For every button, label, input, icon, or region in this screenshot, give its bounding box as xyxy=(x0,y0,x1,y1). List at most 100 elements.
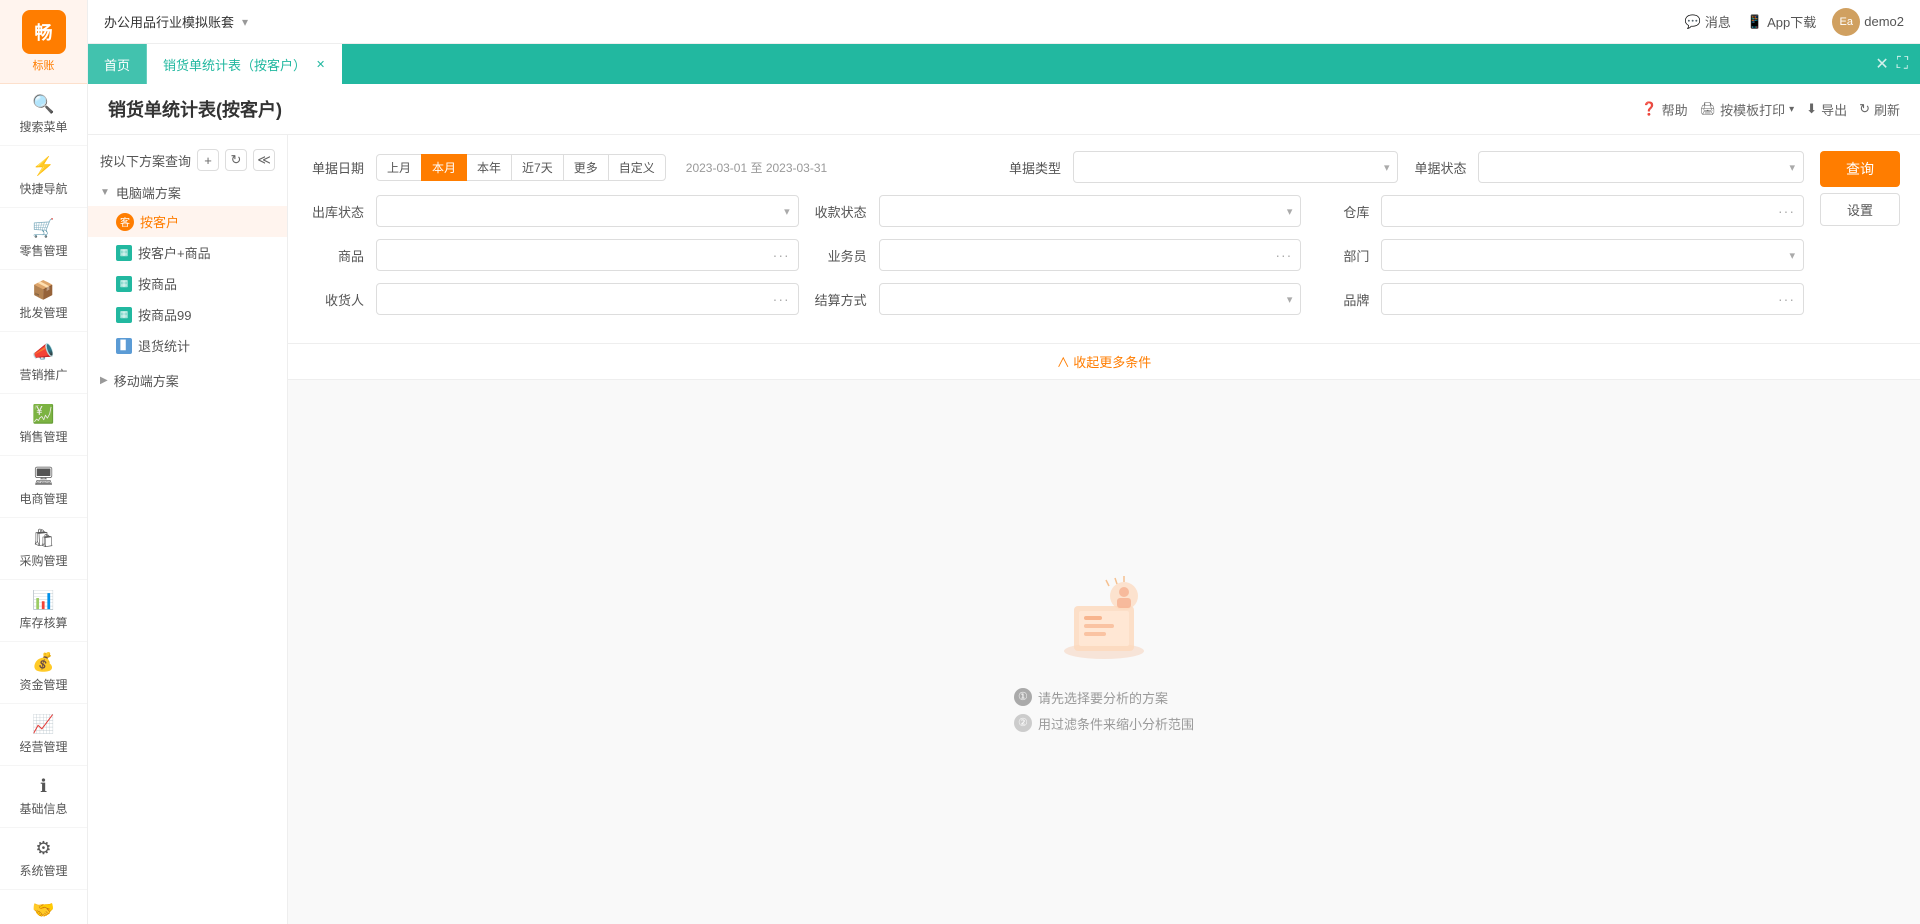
receipt-status-select[interactable]: ▾ xyxy=(879,195,1302,227)
add-scheme-button[interactable]: + xyxy=(197,149,219,171)
date-buttons: 上月 本月 本年 近7天 更多 自定义 xyxy=(376,154,666,181)
sidebar-item-inventory[interactable]: 📊 库存核算 xyxy=(0,580,87,642)
search-icon: 🔍 xyxy=(32,94,54,115)
mobile-section-header[interactable]: ▶ 移动端方案 xyxy=(88,365,287,396)
sidebar-item-ecom[interactable]: 🖥 电商管理 xyxy=(0,456,87,518)
sidebar-item-collab[interactable]: 🤝 企业协同 xyxy=(0,890,87,924)
scheme-goods[interactable]: ▦ 按商品 xyxy=(88,268,287,299)
filter-actions: 查询 设置 xyxy=(1820,151,1900,327)
scheme-customer-goods[interactable]: ▦ 按客户+商品 xyxy=(88,237,287,268)
warehouse-label: 仓库 xyxy=(1313,202,1369,221)
order-type-select[interactable]: ▾ xyxy=(1073,151,1399,183)
brand-dots: ··· xyxy=(1778,291,1795,307)
topbar-dropdown-icon[interactable]: ▾ xyxy=(242,15,248,29)
mobile-expand-icon: ▶ xyxy=(100,375,108,386)
help-icon: ❓ xyxy=(1641,101,1657,117)
page-header: 销货单统计表(按客户) ❓ 帮助 🖨 按模板打印 ▾ ⬇ 导出 ↻ 刷新 xyxy=(88,84,1920,135)
page-title: 销货单统计表(按客户) xyxy=(108,96,282,134)
query-button[interactable]: 查询 xyxy=(1820,151,1900,187)
collapse-panel-button[interactable]: ≪ xyxy=(253,149,275,171)
collapse-bar[interactable]: ∧ 收起更多条件 xyxy=(288,344,1920,380)
date-last-month[interactable]: 上月 xyxy=(376,154,422,181)
empty-tips: ① 请先选择要分析的方案 ② 用过滤条件来缩小分析范围 xyxy=(1014,686,1194,738)
date-more[interactable]: 更多 xyxy=(563,154,609,181)
date-custom[interactable]: 自定义 xyxy=(608,154,666,181)
receiver-select[interactable]: ··· xyxy=(376,283,799,315)
collab-icon: 🤝 xyxy=(32,900,54,921)
main-area: 办公用品行业模拟账套 ▾ 💬 消息 📱 App下载 Ea demo2 首页 销货… xyxy=(88,0,1920,924)
retail-icon: 🛒 xyxy=(32,218,54,239)
tab-sales-stat[interactable]: 销货单统计表（按客户） ✕ xyxy=(147,44,342,84)
out-status-arrow: ▾ xyxy=(784,205,790,218)
goods-icon: ▦ xyxy=(116,276,132,292)
logo-text: 标账 xyxy=(33,57,55,73)
dept-select[interactable]: ▾ xyxy=(1381,239,1804,271)
scheme-customer[interactable]: 客 按客户 xyxy=(88,206,287,237)
filter-area: 单据日期 上月 本月 本年 近7天 更多 自定义 2023-03-01 至 20… xyxy=(288,135,1920,344)
scheme-return[interactable]: ▊ 退货统计 xyxy=(88,330,287,361)
marketing-icon: 📣 xyxy=(32,342,54,363)
sidebar-item-wholesale[interactable]: 📦 批发管理 xyxy=(0,270,87,332)
refresh-scheme-button[interactable]: ↻ xyxy=(225,149,247,171)
tab-close-icon[interactable]: ✕ xyxy=(316,58,325,71)
help-button[interactable]: ❓ 帮助 xyxy=(1641,100,1687,119)
warehouse-dots: ··· xyxy=(1778,203,1795,219)
sidebar-item-search[interactable]: 🔍 搜索菜单 xyxy=(0,84,87,146)
date-this-year[interactable]: 本年 xyxy=(466,154,512,181)
date-this-month[interactable]: 本月 xyxy=(421,154,467,181)
salesperson-select[interactable]: ··· xyxy=(879,239,1302,271)
content-area: 销货单统计表(按客户) ❓ 帮助 🖨 按模板打印 ▾ ⬇ 导出 ↻ 刷新 xyxy=(88,84,1920,924)
print-button[interactable]: 🖨 按模板打印 ▾ xyxy=(1700,100,1795,119)
brand-select[interactable]: ··· xyxy=(1381,283,1804,315)
window-close-icon[interactable]: ✕ xyxy=(1875,54,1888,74)
desktop-section-header[interactable]: ▼ 电脑端方案 xyxy=(88,179,287,206)
window-maximize-icon[interactable]: ⛶ xyxy=(1897,55,1908,73)
receipt-status-label: 收款状态 xyxy=(811,202,867,221)
sidebar-item-biz[interactable]: 📈 经营管理 xyxy=(0,704,87,766)
sidebar-item-marketing[interactable]: 📣 营销推广 xyxy=(0,332,87,394)
tabbar: 首页 销货单统计表（按客户） ✕ ✕ ⛶ xyxy=(88,44,1920,84)
message-button[interactable]: 💬 消息 xyxy=(1685,12,1731,31)
receiver-label: 收货人 xyxy=(308,290,364,309)
settings-button[interactable]: 设置 xyxy=(1820,193,1900,226)
order-status-select[interactable]: ▾ xyxy=(1478,151,1804,183)
customer-icon: 客 xyxy=(116,213,134,231)
warehouse-select[interactable]: ··· xyxy=(1381,195,1804,227)
refresh-icon: ↻ xyxy=(1859,101,1870,117)
sidebar-item-nav[interactable]: ⚡ 快捷导航 xyxy=(0,146,87,208)
out-status-select[interactable]: ▾ xyxy=(376,195,799,227)
sidebar-item-system[interactable]: ⚙ 系统管理 xyxy=(0,828,87,890)
logo-icon: 畅 xyxy=(22,10,66,54)
sidebar-item-base[interactable]: ℹ 基础信息 xyxy=(0,766,87,828)
body-split: 按以下方案查询 + ↻ ≪ ▼ 电脑端方案 客 按客户 xyxy=(88,135,1920,924)
empty-area: ① 请先选择要分析的方案 ② 用过滤条件来缩小分析范围 xyxy=(288,380,1920,924)
settlement-select[interactable]: ▾ xyxy=(879,283,1302,315)
refresh-button[interactable]: ↻ 刷新 xyxy=(1859,100,1900,119)
order-status-label: 单据状态 xyxy=(1410,158,1466,177)
topbar-left: 办公用品行业模拟账套 ▾ xyxy=(104,12,248,31)
sales-icon: 💹 xyxy=(32,404,54,425)
download-icon: 📱 xyxy=(1747,14,1763,30)
panel-header-icons: + ↻ ≪ xyxy=(197,149,275,171)
export-button[interactable]: ⬇ 导出 xyxy=(1806,100,1847,119)
scheme-goods99[interactable]: ▦ 按商品99 xyxy=(88,299,287,330)
mobile-section: ▶ 移动端方案 xyxy=(88,365,287,396)
sidebar-item-purchase[interactable]: 🛍 采购管理 xyxy=(0,518,87,580)
inventory-icon: 📊 xyxy=(32,590,54,611)
user-menu[interactable]: Ea demo2 xyxy=(1832,8,1904,36)
goods-select[interactable]: ··· xyxy=(376,239,799,271)
receipt-status-arrow: ▾ xyxy=(1287,205,1293,218)
app-download-button[interactable]: 📱 App下载 xyxy=(1747,12,1816,31)
tab-home[interactable]: 首页 xyxy=(88,44,147,84)
sidebar-item-finance[interactable]: 💰 资金管理 xyxy=(0,642,87,704)
date-7days[interactable]: 近7天 xyxy=(511,154,564,181)
system-icon: ⚙ xyxy=(35,838,51,859)
nav-icon: ⚡ xyxy=(32,156,54,177)
tip-row-2: ② 用过滤条件来缩小分析范围 xyxy=(1014,712,1194,738)
return-icon: ▊ xyxy=(116,338,132,354)
expand-icon: ▼ xyxy=(100,187,110,198)
sidebar-item-retail[interactable]: 🛒 零售管理 xyxy=(0,208,87,270)
tab-sales-stat-label: 销货单统计表（按客户） xyxy=(163,55,306,74)
sidebar-item-sales[interactable]: 💹 销售管理 xyxy=(0,394,87,456)
order-type-arrow: ▾ xyxy=(1384,161,1390,174)
